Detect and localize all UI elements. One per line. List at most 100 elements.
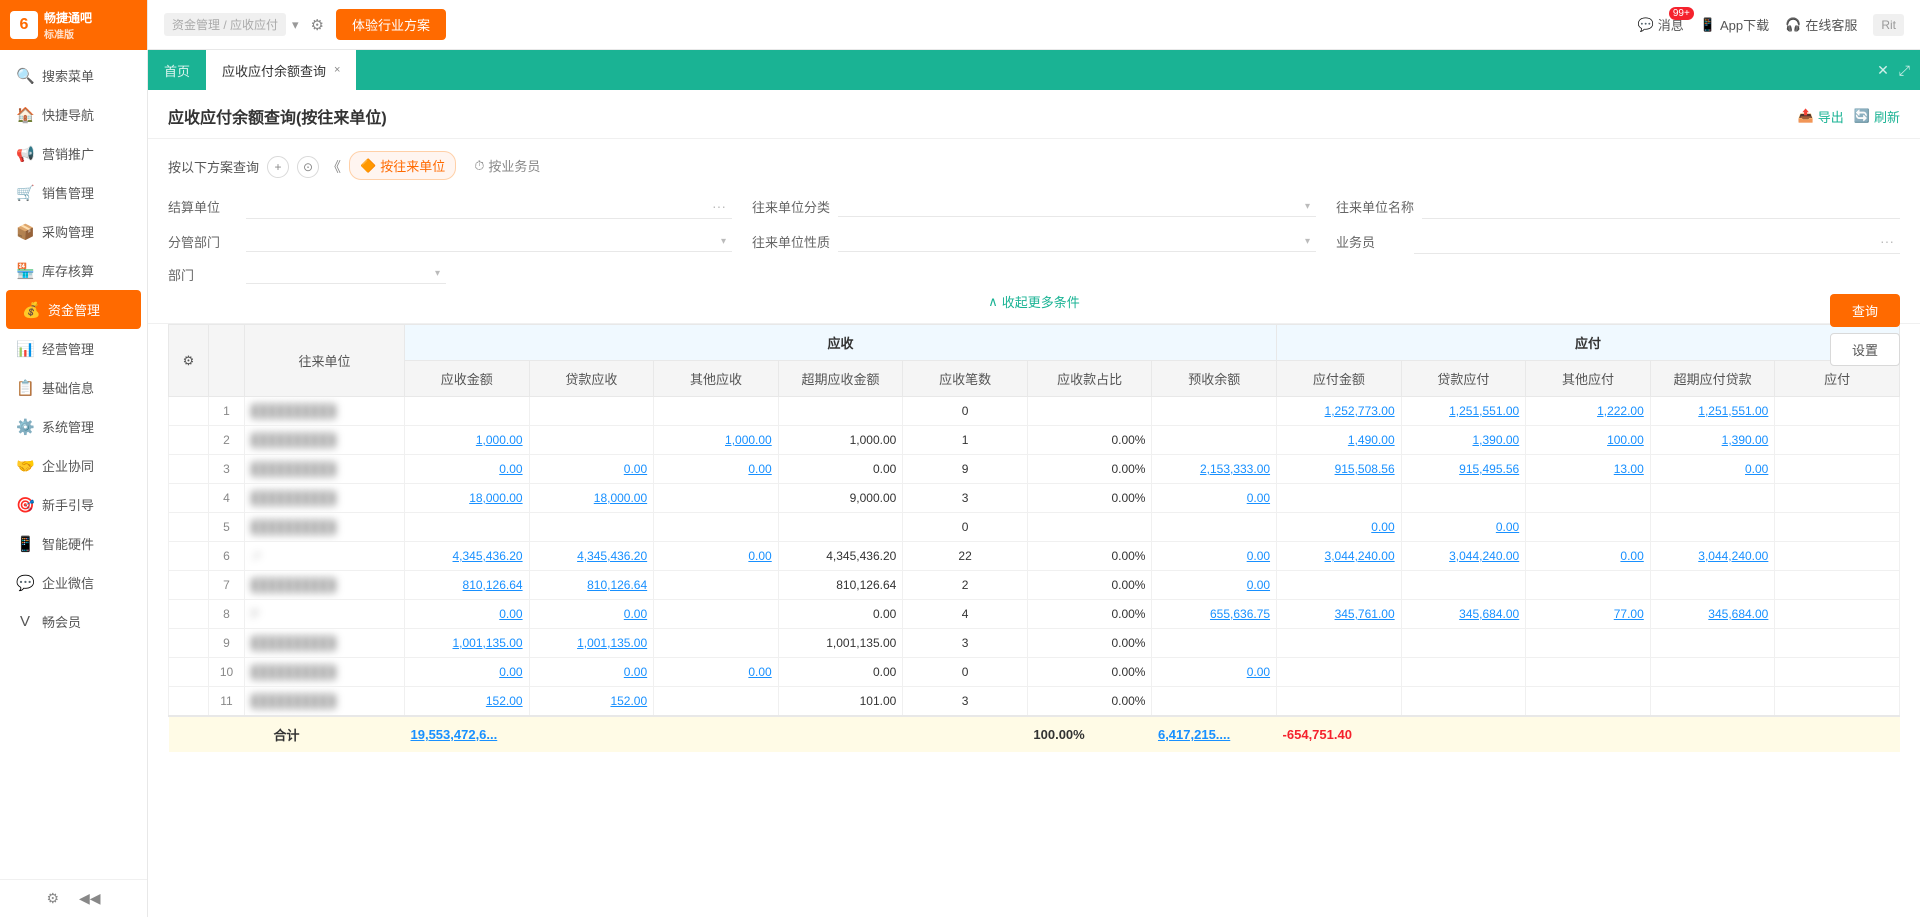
- row-gear[interactable]: [169, 600, 209, 629]
- row-cell[interactable]: 0.00: [405, 658, 530, 687]
- row-cell[interactable]: 0.00: [1277, 513, 1402, 542]
- row-gear[interactable]: [169, 397, 209, 426]
- sidebar-item-basic[interactable]: 📋 基础信息: [0, 368, 147, 407]
- row-cell[interactable]: 0.00: [654, 542, 779, 571]
- dept-select[interactable]: ▾: [246, 232, 732, 252]
- collapse-more-btn[interactable]: ∧ 收起更多条件: [168, 284, 1900, 311]
- row-gear[interactable]: [169, 629, 209, 658]
- row-cell[interactable]: 0.00: [1152, 658, 1277, 687]
- partner-nature-select[interactable]: ▾: [838, 232, 1316, 252]
- row-cell[interactable]: 1,390.00: [1401, 426, 1526, 455]
- row-gear[interactable]: [169, 513, 209, 542]
- message-btn[interactable]: 💬 消息 99+: [1638, 15, 1684, 34]
- settings-btn[interactable]: 设置: [1830, 333, 1900, 366]
- sidebar-item-hardware[interactable]: 📱 智能硬件: [0, 524, 147, 563]
- settlement-dots[interactable]: ···: [712, 198, 726, 214]
- row-cell[interactable]: 1,000.00: [405, 426, 530, 455]
- breadcrumb-dropdown-icon[interactable]: ▾: [292, 17, 299, 33]
- row-cell[interactable]: 1,001,135.00: [405, 629, 530, 658]
- row-cell[interactable]: 810,126.64: [529, 571, 654, 600]
- row-cell[interactable]: 0.00: [529, 455, 654, 484]
- window-close-icon[interactable]: ✕: [1877, 62, 1889, 79]
- row-cell[interactable]: 18,000.00: [529, 484, 654, 513]
- row-cell[interactable]: 18,000.00: [405, 484, 530, 513]
- online-service-btn[interactable]: 🎧 在线客服: [1785, 15, 1857, 34]
- tab-close-icon[interactable]: ×: [334, 64, 340, 76]
- row-cell[interactable]: 0.00: [529, 658, 654, 687]
- partner-category-select[interactable]: ▾: [838, 197, 1316, 217]
- tab-home[interactable]: 首页: [148, 50, 206, 90]
- row-gear[interactable]: [169, 687, 209, 717]
- row-cell[interactable]: 1,251,551.00: [1401, 397, 1526, 426]
- row-cell[interactable]: 4,345,436.20: [405, 542, 530, 571]
- row-cell[interactable]: 915,495.56: [1401, 455, 1526, 484]
- department-select[interactable]: ▾: [246, 264, 446, 284]
- sidebar-item-inventory[interactable]: 🏪 库存核算: [0, 251, 147, 290]
- scheme-employee[interactable]: ⏱ 按业务员: [464, 151, 550, 180]
- row-gear[interactable]: [169, 542, 209, 571]
- row-cell[interactable]: 0.00: [654, 455, 779, 484]
- row-cell[interactable]: 1,251,551.00: [1650, 397, 1775, 426]
- filter-setting-btn[interactable]: ⊙: [297, 156, 319, 178]
- window-expand-icon[interactable]: ⤢: [1899, 62, 1910, 79]
- export-btn[interactable]: 📤 导出: [1798, 107, 1844, 126]
- row-cell[interactable]: 4,345,436.20: [529, 542, 654, 571]
- footer-recv-amount[interactable]: 19,553,472,6...: [405, 716, 530, 752]
- row-cell[interactable]: 915,508.56: [1277, 455, 1402, 484]
- query-btn[interactable]: 查询: [1830, 294, 1900, 327]
- row-cell[interactable]: 0.00: [654, 658, 779, 687]
- row-cell[interactable]: 2,153,333.00: [1152, 455, 1277, 484]
- row-cell[interactable]: 0.00: [405, 600, 530, 629]
- sidebar-item-marketing[interactable]: 📢 营销推广: [0, 134, 147, 173]
- row-cell[interactable]: 1,490.00: [1277, 426, 1402, 455]
- row-cell[interactable]: 0.00: [1650, 455, 1775, 484]
- row-cell[interactable]: 100.00: [1526, 426, 1651, 455]
- row-cell[interactable]: 77.00: [1526, 600, 1651, 629]
- row-cell[interactable]: 345,684.00: [1401, 600, 1526, 629]
- sidebar-item-wechat[interactable]: 💬 企业微信: [0, 563, 147, 602]
- row-cell[interactable]: 0.00: [1401, 513, 1526, 542]
- row-cell[interactable]: 152.00: [405, 687, 530, 717]
- app-download-btn[interactable]: 📱 App下载: [1700, 15, 1769, 34]
- tab-current[interactable]: 应收应付余额查询 ×: [206, 50, 356, 90]
- row-cell[interactable]: 345,684.00: [1650, 600, 1775, 629]
- sidebar-item-operation[interactable]: 📊 经营管理: [0, 329, 147, 368]
- sidebar-collapse-icon[interactable]: ◀◀: [79, 890, 101, 907]
- row-cell[interactable]: 0.00: [1152, 484, 1277, 513]
- sidebar-item-finance[interactable]: 💰 资金管理: [6, 290, 141, 329]
- row-cell[interactable]: 0.00: [405, 455, 530, 484]
- row-gear[interactable]: [169, 658, 209, 687]
- row-cell[interactable]: 0.00: [1152, 542, 1277, 571]
- footer-recv-advance[interactable]: 6,417,215....: [1152, 716, 1277, 752]
- row-gear[interactable]: [169, 571, 209, 600]
- sidebar-item-member[interactable]: V 畅会员: [0, 602, 147, 641]
- sidebar-item-guide[interactable]: 🎯 新手引导: [0, 485, 147, 524]
- row-cell[interactable]: 1,001,135.00: [529, 629, 654, 658]
- trial-btn[interactable]: 体验行业方案: [336, 9, 446, 40]
- salesman-dots[interactable]: ···: [1880, 233, 1894, 249]
- row-cell[interactable]: 810,126.64: [405, 571, 530, 600]
- row-cell[interactable]: 3,044,240.00: [1650, 542, 1775, 571]
- header-gear-icon[interactable]: ⚙: [311, 16, 324, 34]
- partner-name-input[interactable]: [1422, 195, 1900, 219]
- sidebar-item-system[interactable]: ⚙️ 系统管理: [0, 407, 147, 446]
- col-settings[interactable]: ⚙: [169, 325, 209, 397]
- row-cell[interactable]: 152.00: [529, 687, 654, 717]
- sidebar-item-purchase[interactable]: 📦 采购管理: [0, 212, 147, 251]
- row-cell[interactable]: 0.00: [1526, 542, 1651, 571]
- user-avatar[interactable]: Rit: [1873, 14, 1904, 36]
- scheme-partner[interactable]: 🔶 按往来单位: [349, 151, 456, 180]
- sidebar-settings-icon[interactable]: ⚙: [46, 890, 59, 907]
- row-cell[interactable]: 345,761.00: [1277, 600, 1402, 629]
- row-cell[interactable]: 3,044,240.00: [1401, 542, 1526, 571]
- row-cell[interactable]: 1,000.00: [654, 426, 779, 455]
- row-gear[interactable]: [169, 426, 209, 455]
- row-cell[interactable]: 1,390.00: [1650, 426, 1775, 455]
- row-gear[interactable]: [169, 455, 209, 484]
- settlement-select[interactable]: ···: [246, 194, 732, 219]
- row-cell[interactable]: 3,044,240.00: [1277, 542, 1402, 571]
- filter-add-btn[interactable]: +: [267, 156, 289, 178]
- row-cell[interactable]: 1,252,773.00: [1277, 397, 1402, 426]
- salesman-select[interactable]: ···: [1414, 229, 1900, 254]
- row-cell[interactable]: 13.00: [1526, 455, 1651, 484]
